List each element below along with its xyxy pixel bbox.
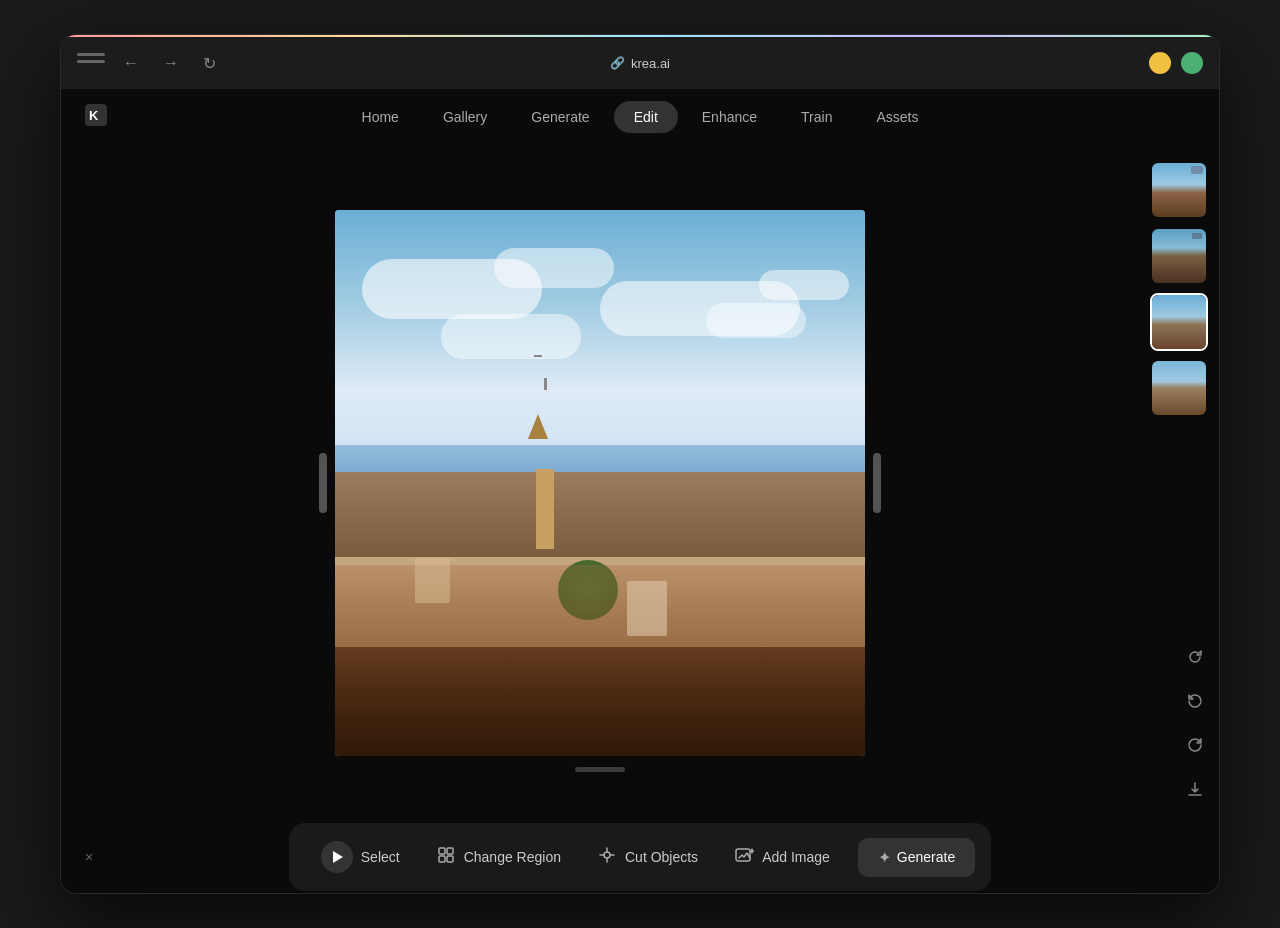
house-facade-2 [415, 558, 450, 603]
clouds-layer [335, 237, 865, 455]
generate-plus-icon: ✦ [878, 848, 891, 867]
city-scene [335, 210, 865, 756]
nav-generate[interactable]: Generate [511, 101, 609, 133]
sidebar-toggle-btn[interactable] [77, 53, 105, 73]
thumb-bg-3 [1152, 295, 1206, 349]
church-cross-h [534, 355, 542, 357]
thumbnail-3[interactable] [1150, 293, 1208, 351]
play-icon [333, 851, 343, 863]
select-label: Select [361, 849, 400, 865]
redo-btn[interactable] [1179, 729, 1211, 761]
main-image [335, 210, 865, 756]
refresh-button[interactable]: ↻ [197, 50, 222, 77]
download-btn[interactable] [1179, 773, 1211, 805]
select-icon-circle [321, 841, 353, 873]
nav-assets[interactable]: Assets [856, 101, 938, 133]
scroll-indicator-bottom [575, 767, 625, 772]
change-region-btn[interactable]: Change Region [420, 835, 577, 879]
download-icon [1186, 780, 1204, 798]
address-bar[interactable]: 🔗 krea.ai [610, 56, 670, 71]
redo-icon [1186, 736, 1204, 754]
svg-rect-4 [439, 856, 445, 862]
undo-icon [1186, 692, 1204, 710]
thumbnail-4[interactable] [1150, 359, 1208, 417]
cloud-5 [759, 270, 849, 300]
image-container[interactable] [335, 210, 865, 756]
church-steeple [528, 414, 548, 439]
svg-point-6 [604, 852, 610, 858]
titlebar-right [1149, 52, 1203, 74]
window-control-yellow[interactable] [1149, 52, 1171, 74]
svg-rect-3 [447, 848, 453, 854]
back-button[interactable]: ← [117, 50, 145, 76]
nav-train[interactable]: Train [781, 101, 852, 133]
main-content [61, 145, 1219, 821]
link-icon: 🔗 [610, 56, 625, 70]
toolbar-inner: Select Change Region [289, 823, 991, 891]
change-region-label: Change Region [464, 849, 561, 865]
krea-logo: K [85, 104, 107, 131]
svg-rect-5 [447, 856, 453, 862]
thumbnail-1[interactable] [1150, 161, 1208, 219]
thumbnail-2[interactable] [1150, 227, 1208, 285]
titlebar-left: ← → ↻ [77, 50, 222, 77]
bottom-toolbar: × Select Change Regio [61, 821, 1219, 893]
resize-handle-right[interactable] [873, 453, 881, 513]
church-cross-v [544, 378, 547, 390]
thumb-plane-1 [1191, 166, 1203, 174]
resize-handle-left[interactable] [319, 453, 327, 513]
thumb-bg-4 [1152, 361, 1206, 415]
cut-objects-icon [597, 845, 617, 869]
nav-enhance[interactable]: Enhance [682, 101, 777, 133]
add-image-label: Add Image [762, 849, 830, 865]
app-window: ← → ↻ 🔗 krea.ai K Home Gallery Generate … [60, 34, 1220, 894]
thumb-scene-4 [1152, 361, 1206, 415]
canvas-area[interactable] [61, 145, 1139, 821]
nav-home[interactable]: Home [342, 101, 419, 133]
svg-text:K: K [89, 108, 99, 123]
navbar: K Home Gallery Generate Edit Enhance Tra… [61, 89, 1219, 145]
thumb-plane-2 [1192, 233, 1202, 239]
svg-rect-2 [439, 848, 445, 854]
cloud-2 [494, 248, 614, 288]
forward-button[interactable]: → [157, 50, 185, 76]
add-image-icon [734, 845, 754, 869]
undo-btn[interactable] [1179, 685, 1211, 717]
toolbar-close-btn[interactable]: × [85, 849, 93, 865]
cut-objects-btn[interactable]: Cut Objects [581, 835, 714, 879]
cloud-6 [441, 314, 581, 359]
thumb-scene-1 [1152, 163, 1206, 217]
url-text: krea.ai [631, 56, 670, 71]
toggle-line-1 [77, 53, 105, 56]
foreground-layer [335, 647, 865, 756]
nav-edit[interactable]: Edit [614, 101, 678, 133]
thumb-scene-3 [1152, 295, 1206, 349]
generate-btn[interactable]: ✦ Generate [858, 838, 975, 877]
right-actions [1179, 641, 1211, 805]
church-tower-body [536, 469, 554, 549]
select-tool-btn[interactable]: Select [305, 831, 416, 883]
thumb-scene-2 [1152, 229, 1206, 283]
window-control-green[interactable] [1181, 52, 1203, 74]
titlebar: ← → ↻ 🔗 krea.ai [61, 37, 1219, 89]
refresh-action-btn[interactable] [1179, 641, 1211, 673]
generate-label: Generate [897, 849, 955, 865]
change-region-icon [436, 845, 456, 869]
nav-gallery[interactable]: Gallery [423, 101, 507, 133]
house-facade-1 [627, 581, 667, 636]
refresh-icon [1186, 648, 1204, 666]
toggle-line-2 [77, 60, 105, 63]
cut-objects-label: Cut Objects [625, 849, 698, 865]
add-image-btn[interactable]: Add Image [718, 835, 846, 879]
right-panel [1139, 145, 1219, 821]
cloud-4 [706, 303, 806, 338]
